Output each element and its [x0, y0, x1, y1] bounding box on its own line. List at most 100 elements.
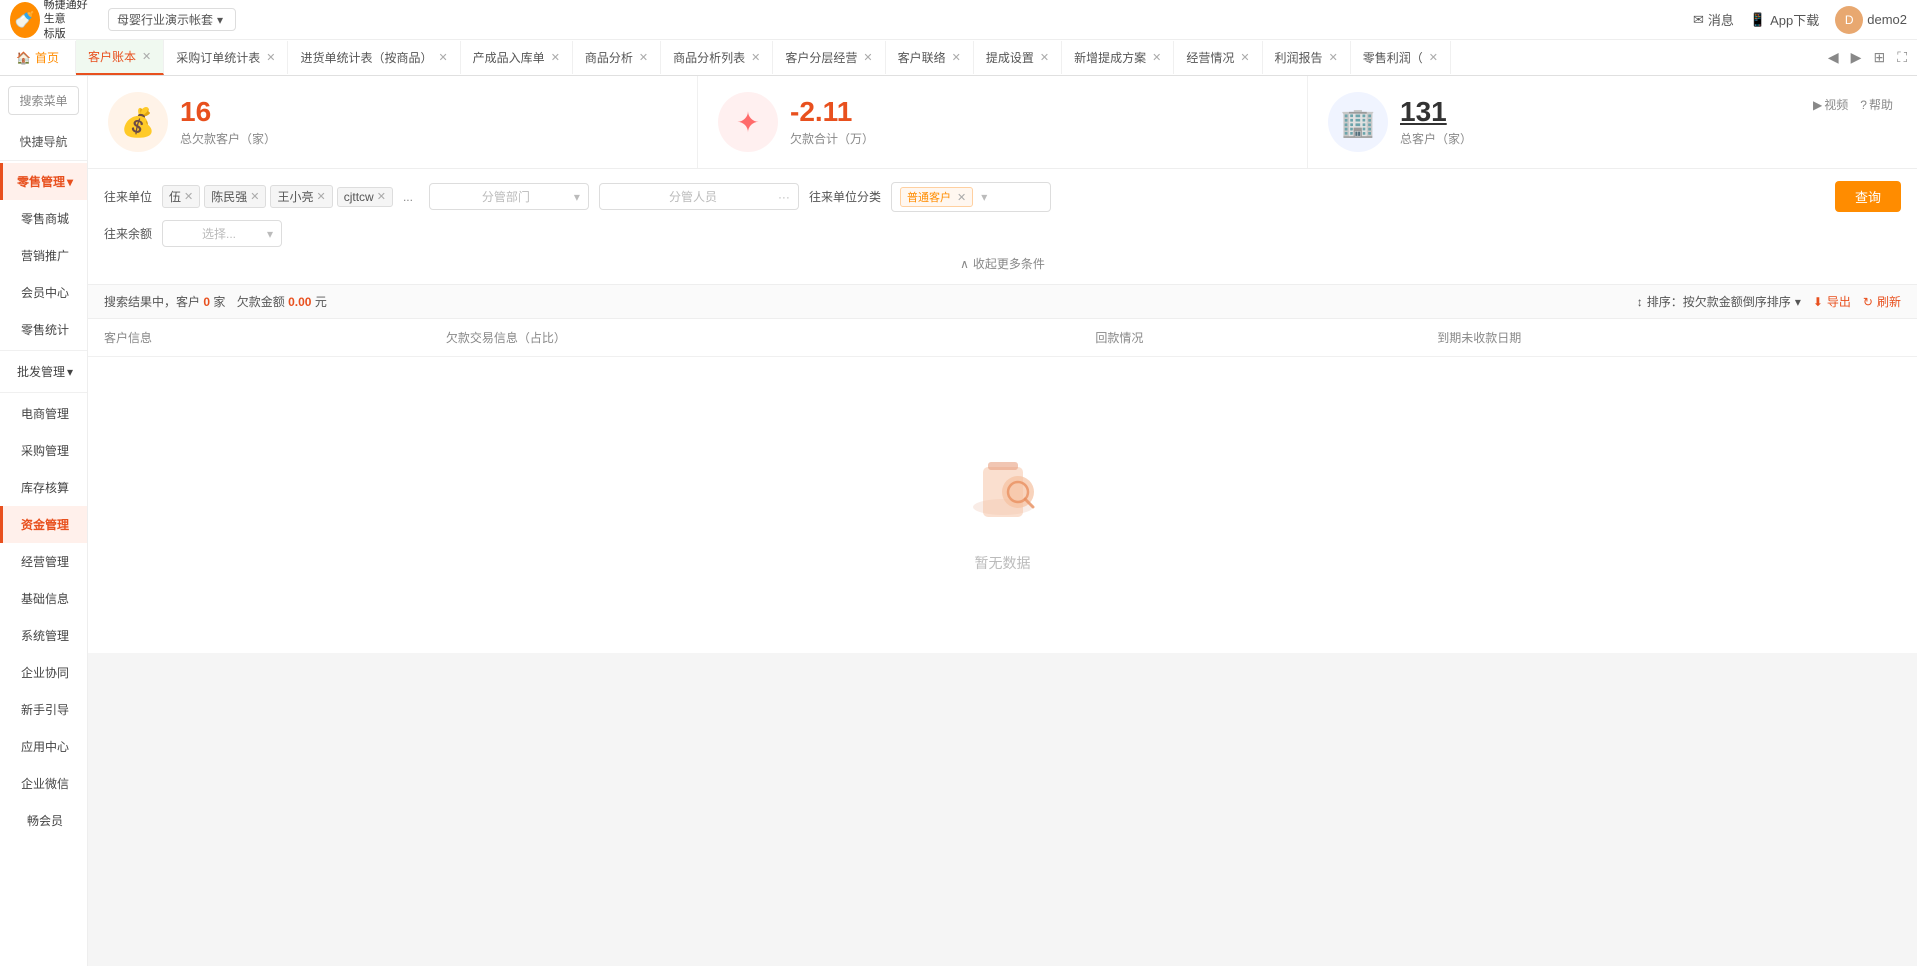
sidebar-item-finance-mgmt[interactable]: 资金管理 — [0, 506, 87, 543]
quick-nav-btn[interactable]: 快捷导航 — [0, 125, 87, 158]
tab-goods-analysis[interactable]: 商品分析 ✕ — [573, 41, 661, 74]
close-tab-business-status[interactable]: ✕ — [1240, 51, 1249, 64]
stats-row: 💰 16 总欠款客户（家） ✦ -2.11 欠款合计（万） 🏢 — [88, 76, 1917, 169]
empty-state: 暂无数据 — [88, 357, 1917, 653]
tab-goods-list[interactable]: 商品分析列表 ✕ — [661, 41, 773, 74]
unit-tag-wang: 王小亮 ✕ — [270, 185, 332, 208]
tab-business-status[interactable]: 经营情况 ✕ — [1174, 41, 1262, 74]
chevron-down-icon3: ▾ — [981, 190, 987, 204]
content-area: 💰 16 总欠款客户（家） ✦ -2.11 欠款合计（万） 🏢 — [88, 76, 1917, 966]
close-tab-purchase-product[interactable]: ✕ — [438, 51, 447, 64]
tab-scroll-left[interactable]: ◀ — [1824, 45, 1843, 70]
unit-tag-wu: 伍 ✕ — [162, 185, 200, 208]
search-menu-btn[interactable]: 搜索菜单 — [8, 86, 79, 115]
chevron-down-icon4: ▾ — [267, 227, 273, 241]
stat-value-debt-customers: 16 — [180, 98, 276, 126]
sidebar-item-inventory[interactable]: 库存核算 — [0, 469, 87, 506]
balance-filter-dropdown[interactable]: 选择... ▾ — [162, 220, 282, 247]
close-tab-finished-goods[interactable]: ✕ — [551, 51, 560, 64]
close-tab-profit-report[interactable]: ✕ — [1329, 51, 1338, 64]
close-tab-goods-analysis[interactable]: ✕ — [639, 51, 648, 64]
sidebar-item-basic-info[interactable]: 基础信息 — [0, 580, 87, 617]
account-selector[interactable]: 母婴行业演示帐套 ▾ — [108, 8, 236, 31]
tab-customer-ledger[interactable]: 客户账本 ✕ — [76, 40, 164, 75]
tab-purchase-stats[interactable]: 采购订单统计表 ✕ — [164, 41, 288, 74]
sidebar-item-marketing[interactable]: 营销推广 — [0, 237, 87, 274]
remove-category-tag[interactable]: ✕ — [957, 192, 966, 204]
remove-unit-tag-cjttcw[interactable]: ✕ — [377, 190, 386, 203]
tab-home[interactable]: 🏠 首页 — [0, 41, 76, 74]
chevron-down-icon5: ▾ — [1795, 295, 1801, 309]
tab-fullscreen[interactable]: ⛶ — [1893, 45, 1911, 70]
tab-purchase-product[interactable]: 进货单统计表（按商品） ✕ — [288, 41, 460, 74]
sidebar-item-system-mgmt[interactable]: 系统管理 — [0, 617, 87, 654]
close-tab-retail-profit[interactable]: ✕ — [1429, 51, 1438, 64]
user-menu[interactable]: D demo2 — [1835, 6, 1907, 34]
sidebar-item-chang-member[interactable]: 畅会员 — [0, 802, 87, 839]
person-filter-dropdown[interactable]: 分管人员 ··· — [599, 183, 799, 210]
remove-unit-tag-chen[interactable]: ✕ — [250, 190, 259, 203]
query-button[interactable]: 查询 — [1835, 181, 1901, 212]
tab-profit-report[interactable]: 利润报告 ✕ — [1263, 41, 1351, 74]
result-bar: 搜索结果中，客户 0 家 欠款金额 0.00 元 ↕ 排序：按欠款金额倒序排序 … — [88, 285, 1917, 319]
sidebar-item-business-mgmt[interactable]: 经营管理 — [0, 543, 87, 580]
play-icon: ▶ — [1813, 98, 1822, 112]
sidebar-item-retail-stats[interactable]: 零售统计 — [0, 311, 87, 348]
close-tab-customer-tier[interactable]: ✕ — [863, 51, 872, 64]
tab-finished-goods[interactable]: 产成品入库单 ✕ — [461, 41, 573, 74]
sort-btn[interactable]: ↕ 排序：按欠款金额倒序排序 ▾ — [1637, 293, 1801, 310]
sidebar-item-retail-mgmt[interactable]: 零售管理 ▾ — [0, 163, 87, 200]
col-header-repayment: 回款情况 — [1079, 319, 1421, 357]
stat-video-help: ▶ 视频 ? 帮助 — [1809, 92, 1897, 117]
sidebar-item-wholesale-mgmt[interactable]: 批发管理 ▾ — [0, 353, 87, 390]
sidebar-item-ecommerce-mgmt[interactable]: 电商管理 — [0, 395, 87, 432]
logo-area: 🍼 畅捷通好生意 标版 — [10, 0, 98, 41]
stat-value-total-customers: 131 — [1400, 98, 1472, 126]
close-tab-customer-ledger[interactable]: ✕ — [142, 50, 151, 63]
sidebar-item-enterprise-collab[interactable]: 企业协同 — [0, 654, 87, 691]
help-link[interactable]: ? 帮助 — [1860, 96, 1893, 113]
sidebar-divider-1 — [0, 160, 87, 161]
tab-scroll-right[interactable]: ▶ — [1847, 45, 1866, 70]
close-tab-purchase-stats[interactable]: ✕ — [266, 51, 275, 64]
tab-actions: ◀ ▶ ⊞ ⛶ — [1818, 45, 1917, 70]
sidebar: 搜索菜单 快捷导航 零售管理 ▾ 零售商城 营销推广 会员中心 零售统计 批发管… — [0, 76, 88, 966]
sidebar-item-retail-mall[interactable]: 零售商城 — [0, 200, 87, 237]
filter-area: 往来单位 伍 ✕ 陈民强 ✕ 王小亮 ✕ cjttcw — [88, 169, 1917, 285]
tab-add-commission[interactable]: 新增提成方案 ✕ — [1062, 41, 1174, 74]
data-table: 客户信息 欠款交易信息（占比） 回款情况 到期未收款日期 — [88, 319, 1917, 357]
main-layout: 搜索菜单 快捷导航 零售管理 ▾ 零售商城 营销推广 会员中心 零售统计 批发管… — [0, 76, 1917, 966]
sidebar-item-wechat-work[interactable]: 企业微信 — [0, 765, 87, 802]
close-tab-goods-list[interactable]: ✕ — [751, 51, 760, 64]
tab-commission-settings[interactable]: 提成设置 ✕ — [974, 41, 1062, 74]
sort-icon: ↕ — [1637, 295, 1643, 309]
refresh-btn[interactable]: ↻ 刷新 — [1863, 293, 1901, 310]
stat-value-debt-total: -2.11 — [790, 98, 874, 126]
tab-customer-tier[interactable]: 客户分层经营 ✕ — [773, 41, 885, 74]
video-link[interactable]: ▶ 视频 — [1813, 96, 1848, 113]
result-actions: ↕ 排序：按欠款金额倒序排序 ▾ ⬇ 导出 ↻ 刷新 — [1637, 293, 1901, 310]
category-filter-select[interactable]: 普通客户 ✕ ▾ — [891, 182, 1051, 212]
export-btn[interactable]: ⬇ 导出 — [1813, 293, 1851, 310]
tab-expand[interactable]: ⊞ — [1869, 45, 1889, 70]
refresh-icon: ↻ — [1863, 295, 1873, 309]
app-download-btn[interactable]: 📱 App下载 — [1750, 10, 1819, 29]
tab-retail-profit[interactable]: 零售利润（ ✕ — [1351, 41, 1451, 74]
dept-filter-dropdown[interactable]: 分管部门 ▾ — [429, 183, 589, 210]
close-tab-add-commission[interactable]: ✕ — [1152, 51, 1161, 64]
tab-customer-contact[interactable]: 客户联络 ✕ — [886, 41, 974, 74]
remove-unit-tag-wang[interactable]: ✕ — [317, 190, 326, 203]
close-tab-commission-settings[interactable]: ✕ — [1040, 51, 1049, 64]
collapse-filters-btn[interactable]: ∧ 收起更多条件 — [960, 255, 1045, 272]
chevron-right-icon: ▾ — [67, 365, 73, 379]
sidebar-item-purchase-mgmt[interactable]: 采购管理 — [0, 432, 87, 469]
sidebar-item-app-center[interactable]: 应用中心 — [0, 728, 87, 765]
messages-btn[interactable]: ✉ 消息 — [1693, 10, 1734, 29]
remove-unit-tag-wu[interactable]: ✕ — [184, 190, 193, 203]
sidebar-item-newbie-guide[interactable]: 新手引导 — [0, 691, 87, 728]
chevron-down-icon2: ··· — [778, 190, 790, 204]
close-tab-customer-contact[interactable]: ✕ — [952, 51, 961, 64]
unit-tag-more[interactable]: ... — [397, 188, 419, 206]
sidebar-item-member-center[interactable]: 会员中心 — [0, 274, 87, 311]
sidebar-divider-2 — [0, 350, 87, 351]
